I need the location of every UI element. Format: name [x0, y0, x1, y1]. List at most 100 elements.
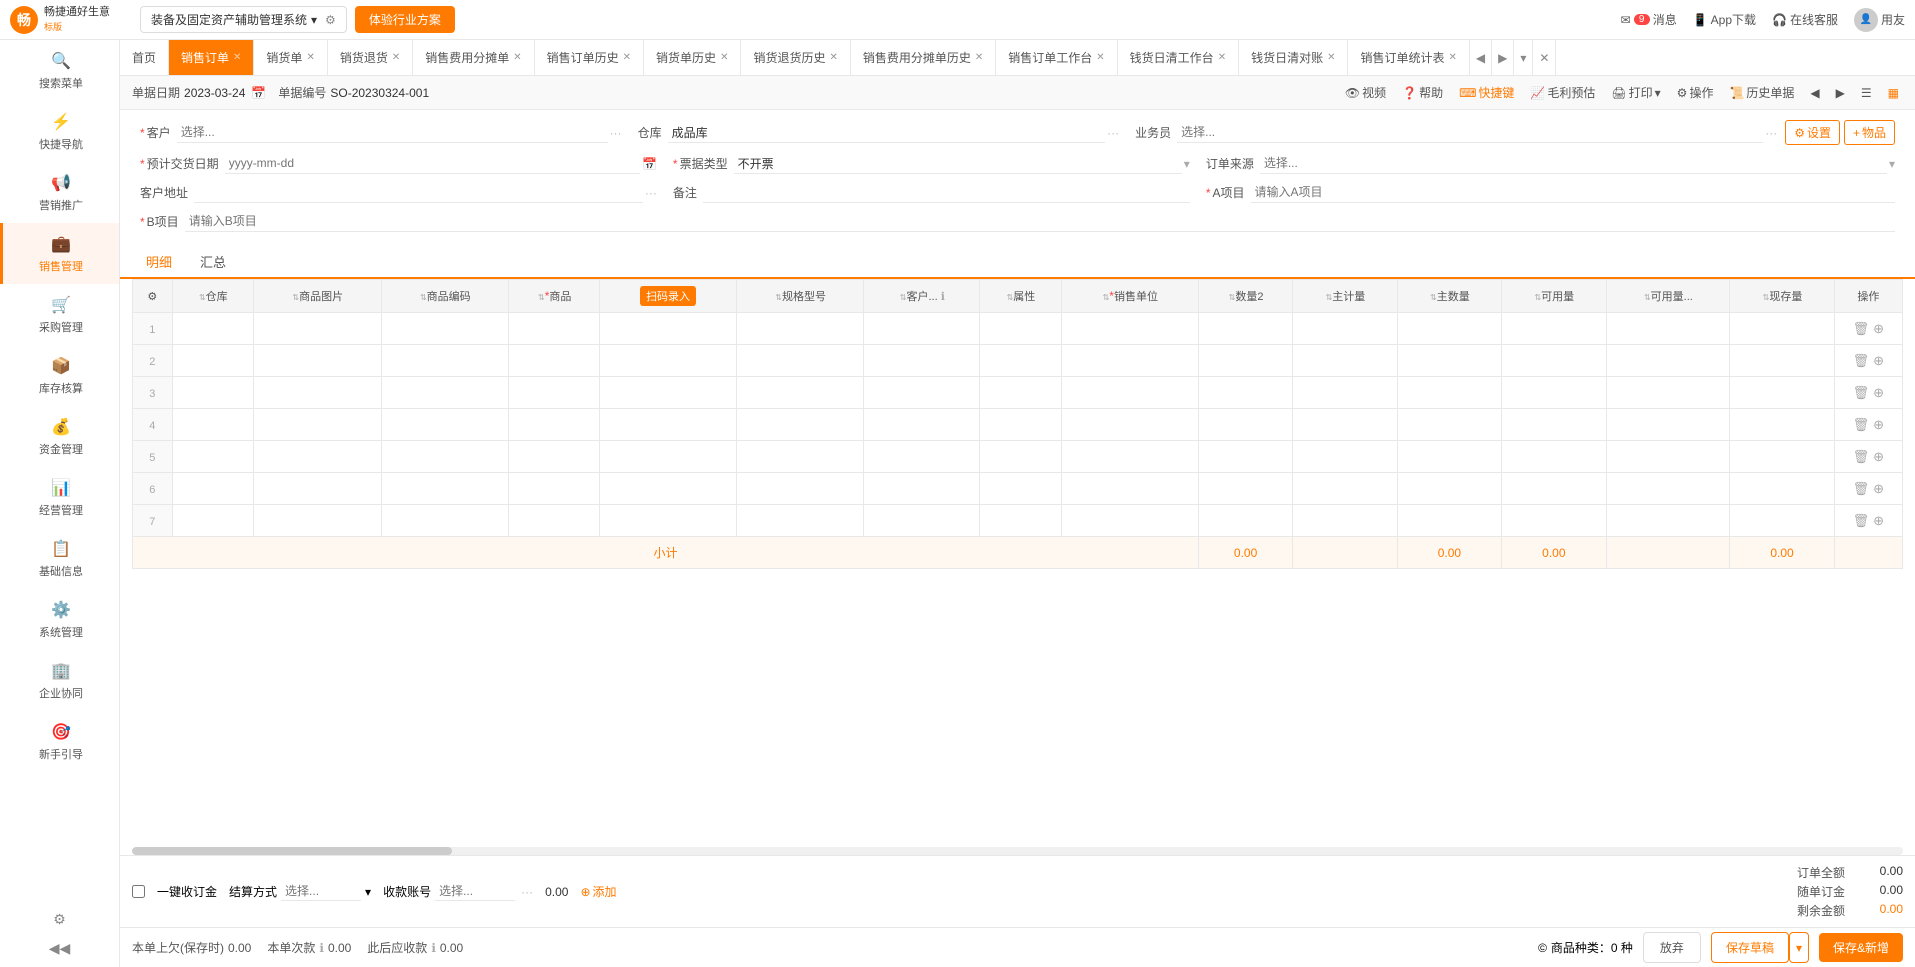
scan-btn[interactable]: 扫码录入 — [640, 286, 696, 306]
tab-close-icon[interactable]: ✕ — [1449, 52, 1457, 63]
delete-row-icon[interactable]: 🗑 — [1853, 513, 1870, 529]
warehouse-dots-icon[interactable]: ··· — [1107, 126, 1119, 140]
one-click-payment-checkbox[interactable] — [132, 885, 145, 898]
sidebar-item-operation[interactable]: 📊 经营管理 — [0, 467, 119, 528]
tab-close-icon[interactable]: ✕ — [623, 52, 631, 63]
copy-row-icon[interactable]: ⊕ — [1873, 321, 1884, 337]
delete-row-icon[interactable]: 🗑 — [1853, 321, 1870, 337]
tab-home[interactable]: 首页 — [120, 40, 169, 75]
b-project-input[interactable] — [185, 211, 1895, 232]
tab-prev[interactable]: ◀ — [1470, 40, 1492, 75]
sidebar-gear-icon[interactable]: ⚙ — [53, 911, 66, 928]
tab-close-icon[interactable]: ✕ — [975, 52, 983, 63]
sidebar-item-purchase[interactable]: 🛒 采购管理 — [0, 284, 119, 345]
user-menu[interactable]: 👤 用友 — [1854, 8, 1905, 32]
tab-close-icon[interactable]: ✕ — [306, 52, 314, 63]
online-support-btn[interactable]: 🎧 在线客服 — [1772, 11, 1838, 28]
address-input[interactable] — [194, 182, 643, 203]
table-scrollbar[interactable] — [132, 847, 1903, 855]
tab-sales-fee-split[interactable]: 销售费用分摊单 ✕ — [413, 40, 534, 75]
address-dots-icon[interactable]: ··· — [645, 186, 657, 200]
payment-method-arrow-icon[interactable]: ▾ — [365, 885, 371, 899]
sidebar-item-search[interactable]: 🔍 搜索菜单 — [0, 40, 119, 101]
customer-dots-icon[interactable]: ··· — [610, 126, 622, 140]
sidebar-item-quick[interactable]: ⚡ 快捷导航 — [0, 101, 119, 162]
order-source-input[interactable] — [1260, 153, 1887, 174]
discard-btn[interactable]: 放弃 — [1643, 932, 1701, 963]
app-download-btn[interactable]: 📱 App下载 — [1693, 11, 1756, 28]
tab-close-all[interactable]: ✕ — [1533, 40, 1556, 75]
shortcut-btn[interactable]: ⌨ 快捷键 — [1455, 82, 1518, 103]
delete-row-icon[interactable]: 🗑 — [1853, 385, 1870, 401]
tab-close-icon[interactable]: ✕ — [1096, 52, 1104, 63]
tab-close-icon[interactable]: ✕ — [513, 52, 521, 63]
date-calendar-icon[interactable]: 📅 — [642, 157, 657, 171]
tab-sales-return-goods[interactable]: 销货退货 ✕ — [328, 40, 413, 75]
goods-right-btn[interactable]: + 物品 — [1844, 120, 1895, 145]
delivery-date-input[interactable] — [225, 153, 640, 174]
delete-row-icon[interactable]: 🗑 — [1853, 481, 1870, 497]
sidebar-item-marketing[interactable]: 📢 营销推广 — [0, 162, 119, 223]
settings-right-btn[interactable]: ⚙ 设置 — [1785, 120, 1840, 145]
warehouse-input[interactable] — [668, 122, 1106, 143]
copy-row-icon[interactable]: ⊕ — [1873, 481, 1884, 497]
sidebar-item-system[interactable]: ⚙️ 系统管理 — [0, 589, 119, 650]
delete-row-icon[interactable]: 🗑 — [1853, 449, 1870, 465]
remark-input[interactable] — [703, 182, 1190, 203]
payment-method-input[interactable] — [281, 882, 361, 901]
sidebar-item-enterprise[interactable]: 🏢 企业协同 — [0, 650, 119, 711]
prev-record-btn[interactable]: ◀ — [1806, 84, 1823, 102]
tab-close-icon[interactable]: ✕ — [233, 52, 241, 63]
tab-next[interactable]: ▶ — [1492, 40, 1514, 75]
salesperson-dots-icon[interactable]: ··· — [1765, 126, 1777, 140]
tab-sales-fee-history[interactable]: 销售费用分摊单历史 ✕ — [851, 40, 996, 75]
tab-sales-goods-history[interactable]: 销货单历史 ✕ — [644, 40, 741, 75]
save-draft-arrow-btn[interactable]: ▾ — [1789, 932, 1809, 963]
copy-row-icon[interactable]: ⊕ — [1873, 513, 1884, 529]
tab-close-icon[interactable]: ✕ — [1218, 52, 1226, 63]
calendar-icon[interactable]: 📅 — [251, 86, 266, 100]
salesperson-input[interactable] — [1177, 122, 1763, 143]
gear-icon[interactable]: ⚙ — [325, 13, 336, 27]
tab-sales-workbench[interactable]: 销售订单工作台 ✕ — [996, 40, 1117, 75]
industry-btn[interactable]: 体验行业方案 — [355, 6, 455, 33]
sidebar-item-sales[interactable]: 💼 销售管理 — [0, 223, 119, 284]
save-new-btn[interactable]: 保存&新增 — [1819, 933, 1903, 962]
th-gear[interactable]: ⚙ — [133, 280, 173, 313]
tab-menu[interactable]: ▾ — [1514, 40, 1533, 75]
save-draft-btn[interactable]: 保存草稿 — [1711, 932, 1789, 963]
system-selector[interactable]: 装备及固定资产辅助管理系统 ▾ ⚙ — [140, 6, 347, 33]
tab-cash-daily[interactable]: 钱货日清工作台 ✕ — [1118, 40, 1239, 75]
tab-detail[interactable]: 明细 — [132, 246, 186, 279]
sidebar-item-inventory[interactable]: 📦 库存核算 — [0, 345, 119, 406]
tab-sales-return-history[interactable]: 销货退货历史 ✕ — [741, 40, 850, 75]
copy-row-icon[interactable]: ⊕ — [1873, 385, 1884, 401]
next-record-btn[interactable]: ▶ — [1832, 84, 1849, 102]
compact-view-btn[interactable]: ▦ — [1884, 84, 1903, 102]
tab-sales-order[interactable]: 销售订单 ✕ — [169, 40, 254, 75]
history-btn[interactable]: 📜 历史单据 — [1725, 82, 1798, 103]
copy-row-icon[interactable]: ⊕ — [1873, 353, 1884, 369]
bank-account-input[interactable] — [435, 882, 515, 901]
grid-view-btn[interactable]: ☰ — [1857, 84, 1876, 102]
a-project-input[interactable] — [1251, 182, 1896, 203]
help-btn[interactable]: ❓ 帮助 — [1398, 82, 1447, 103]
tab-close-icon[interactable]: ✕ — [829, 52, 837, 63]
copy-row-icon[interactable]: ⊕ — [1873, 417, 1884, 433]
copy-row-icon[interactable]: ⊕ — [1873, 449, 1884, 465]
profit-btn[interactable]: 📈 毛利预估 — [1526, 82, 1599, 103]
bank-account-dots-icon[interactable]: ··· — [521, 885, 533, 899]
operation-btn[interactable]: ⚙ 操作 — [1673, 82, 1718, 103]
tab-summary[interactable]: 汇总 — [186, 246, 240, 279]
tab-close-icon[interactable]: ✕ — [392, 52, 400, 63]
sidebar-item-basic[interactable]: 📋 基础信息 — [0, 528, 119, 589]
tab-cash-reconcile[interactable]: 钱货日清对账 ✕ — [1239, 40, 1348, 75]
tab-sales-return[interactable]: 销货单 ✕ — [254, 40, 327, 75]
view-btn[interactable]: 👁 视频 — [1341, 82, 1390, 103]
tab-sales-stats[interactable]: 销售订单统计表 ✕ — [1348, 40, 1469, 75]
sidebar-item-finance[interactable]: 💰 资金管理 — [0, 406, 119, 467]
message-btn[interactable]: ✉ 9 消息 — [1621, 11, 1677, 28]
print-btn[interactable]: 🖨 打印 ▾ — [1607, 82, 1664, 103]
customer-input[interactable] — [177, 122, 608, 143]
ticket-type-input[interactable] — [734, 153, 1182, 174]
